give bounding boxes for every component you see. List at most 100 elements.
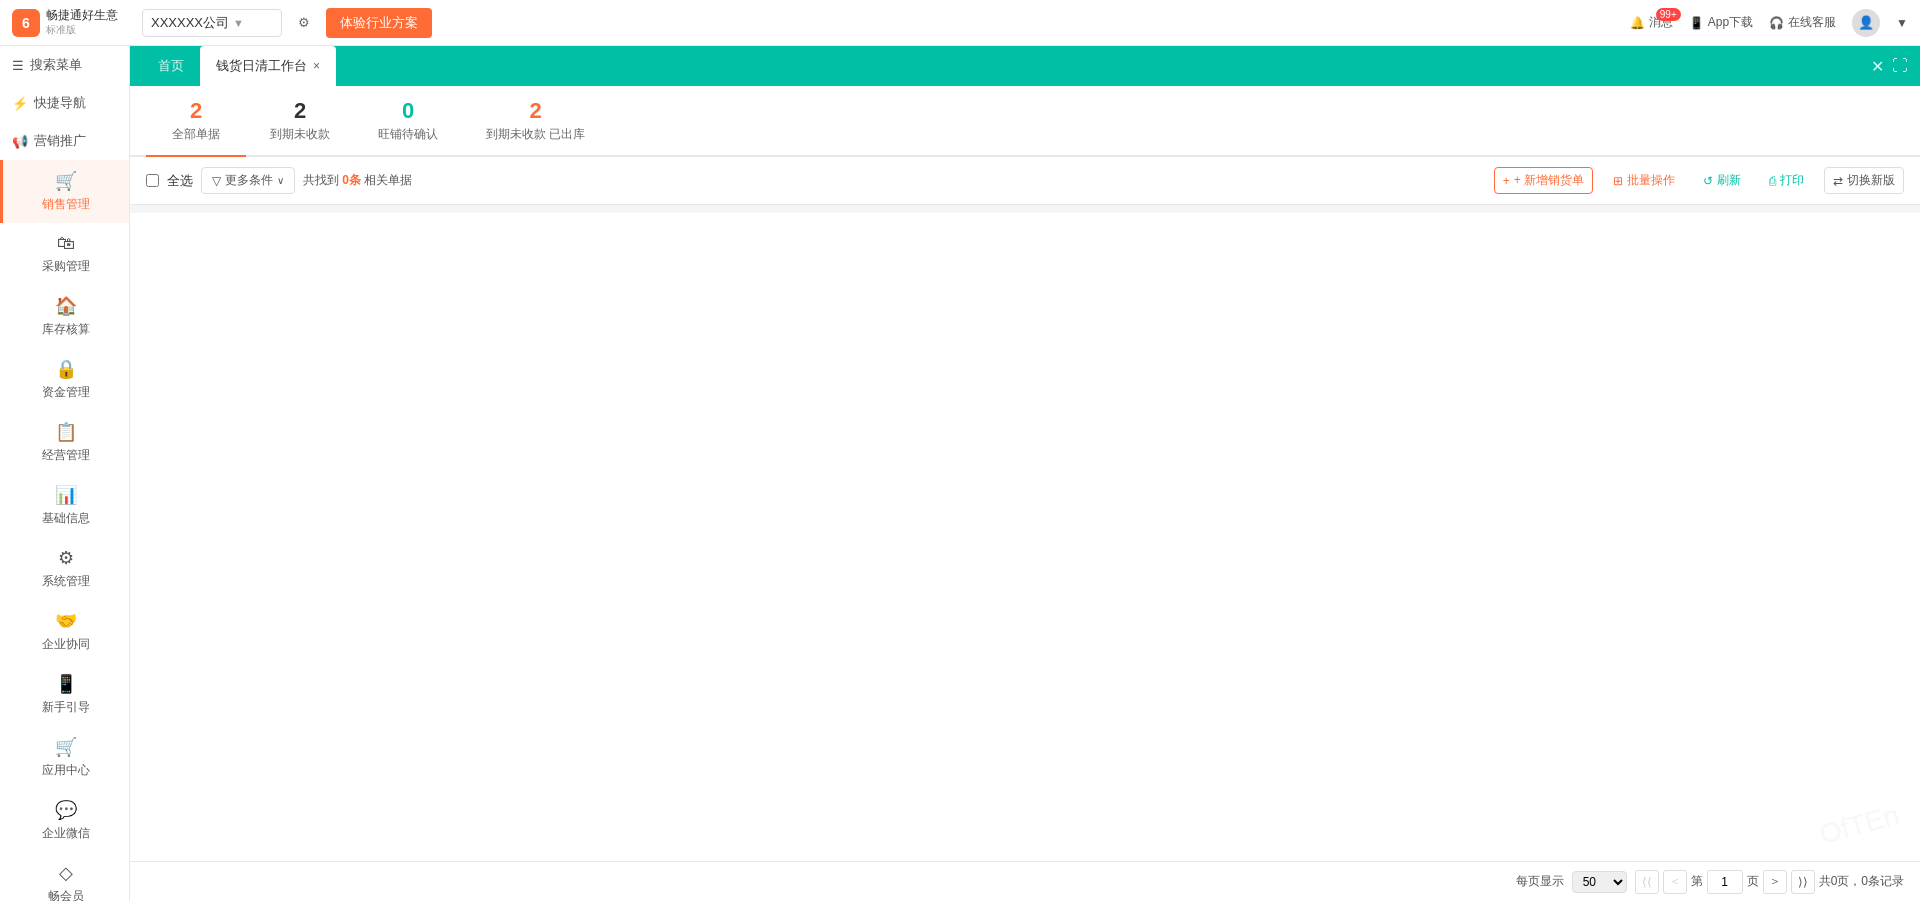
found-suffix: 相关单据 [364, 173, 412, 187]
stat-tab-shipped[interactable]: 2 到期未收款 已出库 [462, 86, 609, 157]
last-page-button[interactable]: ⟩⟩ [1791, 870, 1815, 894]
search-menu-item[interactable]: ☰ 搜索菜单 [0, 46, 129, 84]
print-button[interactable]: ⎙ 打印 [1761, 168, 1812, 193]
batch-icon: ⊞ [1613, 174, 1623, 188]
bell-icon: 🔔 [1630, 16, 1645, 30]
per-page-select[interactable]: 50 100 200 [1572, 871, 1627, 893]
filter-button[interactable]: ▽ 更多条件 ∨ [201, 167, 295, 194]
appstore-icon: 🛒 [55, 736, 77, 758]
sidebar-item-inventory[interactable]: 🏠 库存核算 [0, 285, 129, 348]
search-icon: ☰ [12, 58, 24, 73]
main-layout: ☰ 搜索菜单 ⚡ 快捷导航 📢 营销推广 🛒 销售管理 🛍 采购管理 🏠 库存核… [0, 46, 1920, 901]
app-download-label: App下载 [1708, 14, 1753, 31]
app-download-item[interactable]: 📱 App下载 [1689, 14, 1753, 31]
batch-button[interactable]: ⊞ 批量操作 [1605, 168, 1683, 193]
refresh-label: 刷新 [1717, 172, 1741, 189]
service-icon: 🎧 [1769, 16, 1784, 30]
tab-workbench-label: 钱货日清工作台 [216, 57, 307, 75]
sidebar-item-guide-label: 新手引导 [42, 699, 90, 716]
message-icon-item[interactable]: 🔔 消息 99+ [1630, 14, 1673, 31]
online-service-item[interactable]: 🎧 在线客服 [1769, 14, 1836, 31]
sidebar-item-system[interactable]: ⚙ 系统管理 [0, 537, 129, 600]
refresh-button[interactable]: ↺ 刷新 [1695, 168, 1749, 193]
logo-text: 畅捷通好生意 [46, 8, 118, 24]
sidebar-item-enterprise[interactable]: 🤝 企业协同 [0, 600, 129, 663]
top-header: 6 畅捷通好生意 标准版 XXXXXX公司 ▼ ⚙ 体验行业方案 🔔 消息 99… [0, 0, 1920, 46]
page-label: 第 [1691, 873, 1703, 890]
next-page-button[interactable]: ＞ [1763, 870, 1787, 894]
sidebar: ☰ 搜索菜单 ⚡ 快捷导航 📢 营销推广 🛒 销售管理 🛍 采购管理 🏠 库存核… [0, 46, 130, 901]
pagination-controls: ⟨⟨ ＜ 第 页 ＞ ⟩⟩ 共0页，0条记录 [1635, 870, 1904, 894]
sales-icon: 🛒 [55, 170, 77, 192]
user-chevron[interactable]: ▼ [1896, 16, 1908, 30]
toolbar-right: + + 新增销货单 ⊞ 批量操作 ↺ 刷新 ⎙ 打印 ⇄ 切换新版 [1494, 167, 1904, 194]
member-icon: ◇ [59, 862, 73, 884]
prev-page-button[interactable]: ＜ [1663, 870, 1687, 894]
try-industry-button[interactable]: 体验行业方案 [326, 8, 432, 38]
sidebar-item-member[interactable]: ◇ 畅会员 [0, 852, 129, 901]
select-all-label: 全选 [167, 172, 193, 190]
company-name: XXXXXX公司 [151, 14, 229, 32]
stats-tabs: 2 全部单据 2 到期未收款 0 旺铺待确认 2 到期未收款 已出库 [130, 86, 1920, 157]
content-area: 首页 钱货日清工作台 × ✕ ⛶ 2 全部单据 2 到期未收款 0 [130, 46, 1920, 901]
toolbar-left: 全选 ▽ 更多条件 ∨ 共找到 0条 相关单据 [146, 167, 1486, 194]
add-sale-button[interactable]: + + 新增销货单 [1494, 167, 1593, 194]
stat-label-shipped: 到期未收款 已出库 [486, 126, 585, 143]
page-number-input[interactable] [1707, 870, 1743, 894]
sidebar-item-basic-label: 基础信息 [42, 510, 90, 527]
batch-label: 批量操作 [1627, 172, 1675, 189]
stat-tab-all[interactable]: 2 全部单据 [146, 86, 246, 157]
message-badge: 99+ [1656, 8, 1681, 21]
first-page-button[interactable]: ⟨⟨ [1635, 870, 1659, 894]
sidebar-item-appstore[interactable]: 🛒 应用中心 [0, 726, 129, 789]
sidebar-item-operation[interactable]: 📋 经营管理 [0, 411, 129, 474]
stat-label-pending: 旺铺待确认 [378, 126, 438, 143]
tab-maximize-icon[interactable]: ⛶ [1892, 57, 1908, 76]
purchase-icon: 🛍 [57, 233, 75, 254]
stat-tab-pending[interactable]: 0 旺铺待确认 [354, 86, 462, 157]
sidebar-item-purchase-label: 采购管理 [42, 258, 90, 275]
tab-bar: 首页 钱货日清工作台 × ✕ ⛶ [130, 46, 1920, 86]
sidebar-item-wechat[interactable]: 💬 企业微信 [0, 789, 129, 852]
print-icon: ⎙ [1769, 174, 1776, 188]
sidebar-item-guide[interactable]: 📱 新手引导 [0, 663, 129, 726]
sidebar-item-finance-label: 资金管理 [42, 384, 90, 401]
avatar[interactable]: 👤 [1852, 9, 1880, 37]
tab-minimize-icon[interactable]: ✕ [1871, 57, 1884, 76]
basic-icon: 📊 [55, 484, 77, 506]
online-service-label: 在线客服 [1788, 14, 1836, 31]
tab-actions: ✕ ⛶ [1871, 57, 1908, 76]
quick-nav-item[interactable]: ⚡ 快捷导航 [0, 84, 129, 122]
wechat-icon: 💬 [55, 799, 77, 821]
sidebar-item-basic[interactable]: 📊 基础信息 [0, 474, 129, 537]
select-all-checkbox[interactable] [146, 174, 159, 187]
add-sale-label: + 新增销货单 [1514, 172, 1584, 189]
finance-icon: 🔒 [55, 358, 77, 380]
company-selector[interactable]: XXXXXX公司 ▼ [142, 9, 282, 37]
tab-home[interactable]: 首页 [142, 46, 200, 86]
tab-close-icon[interactable]: × [313, 59, 320, 73]
sidebar-item-finance[interactable]: 🔒 资金管理 [0, 348, 129, 411]
marketing-item[interactable]: 📢 营销推广 [0, 122, 129, 160]
sidebar-item-member-label: 畅会员 [48, 888, 84, 901]
sidebar-item-appstore-label: 应用中心 [42, 762, 90, 779]
marketing-label: 营销推广 [34, 132, 86, 150]
stat-num-overdue: 2 [294, 98, 306, 124]
logo-area: 6 畅捷通好生意 标准版 [12, 8, 142, 38]
tab-workbench[interactable]: 钱货日清工作台 × [200, 46, 336, 86]
toolbar: 全选 ▽ 更多条件 ∨ 共找到 0条 相关单据 + + 新增销货单 [130, 157, 1920, 205]
quick-nav-label: 快捷导航 [34, 94, 86, 112]
sidebar-item-sales[interactable]: 🛒 销售管理 [0, 160, 129, 223]
settings-icon[interactable]: ⚙ [290, 9, 318, 37]
sidebar-item-operation-label: 经营管理 [42, 447, 90, 464]
guide-icon: 📱 [55, 673, 77, 695]
stat-label-overdue: 到期未收款 [270, 126, 330, 143]
sidebar-item-inventory-label: 库存核算 [42, 321, 90, 338]
switch-version-button[interactable]: ⇄ 切换新版 [1824, 167, 1904, 194]
marketing-icon: 📢 [12, 134, 28, 149]
sidebar-item-purchase[interactable]: 🛍 采购管理 [0, 223, 129, 285]
print-label: 打印 [1780, 172, 1804, 189]
stat-tab-overdue[interactable]: 2 到期未收款 [246, 86, 354, 157]
switch-icon: ⇄ [1833, 174, 1843, 188]
operation-icon: 📋 [55, 421, 77, 443]
